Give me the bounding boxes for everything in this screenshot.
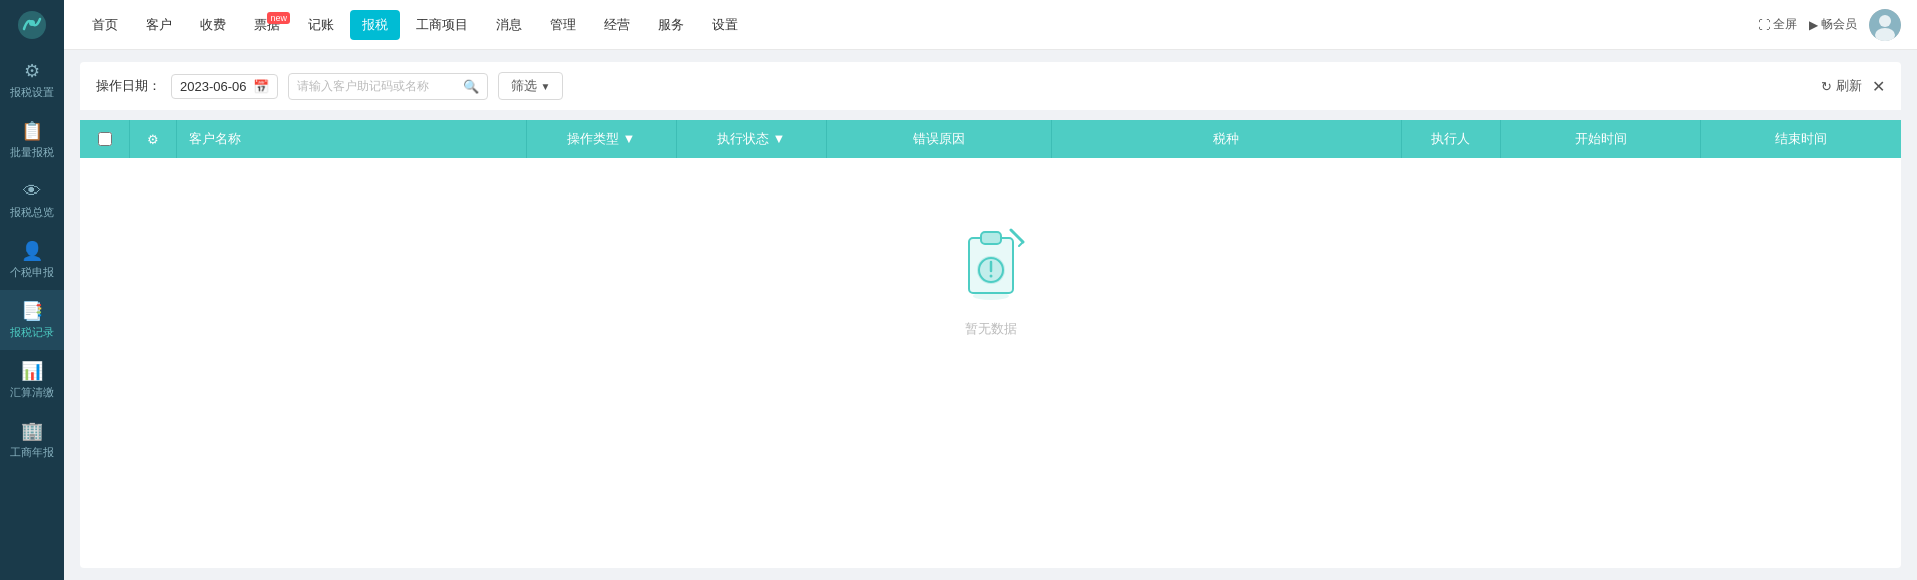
nav-item-settings[interactable]: 设置 (700, 10, 750, 40)
toolbar: 操作日期： 2023-06-06 📅 请输入客户助记码或名称 🔍 筛选 ▼ ↻ … (80, 62, 1901, 110)
topnav-right: ⛶ 全屏 ▶ 畅会员 (1758, 9, 1901, 41)
sidebar-item-geshuishenqing[interactable]: 👤 个税申报 (0, 230, 64, 290)
nav-item-message[interactable]: 消息 (484, 10, 534, 40)
sidebar-item-huisuan-jiaona[interactable]: 📊 汇算清缴 (0, 350, 64, 410)
nav-item-customer[interactable]: 客户 (134, 10, 184, 40)
page-content: 操作日期： 2023-06-06 📅 请输入客户助记码或名称 🔍 筛选 ▼ ↻ … (64, 50, 1917, 580)
empty-text: 暂无数据 (965, 320, 1017, 338)
sidebar-item-label: 个税申报 (10, 265, 54, 280)
date-label: 操作日期： (96, 77, 161, 95)
sidebar: ⚙ 报税设置 📋 批量报税 👁 报税总览 👤 个税申报 📑 报税记录 📊 汇算清… (0, 0, 64, 580)
sidebar-item-baoshui-zongjian[interactable]: 👁 报税总览 (0, 170, 64, 230)
date-picker[interactable]: 2023-06-06 📅 (171, 74, 278, 99)
settlement-icon: 📊 (21, 360, 43, 382)
vip-button[interactable]: ▶ 畅会员 (1809, 16, 1857, 33)
svg-point-1 (29, 20, 35, 26)
close-icon: ✕ (1872, 78, 1885, 95)
avatar[interactable] (1869, 9, 1901, 41)
calendar-icon: 📅 (253, 79, 269, 94)
empty-illustration (951, 218, 1031, 308)
nav-item-manage[interactable]: 管理 (538, 10, 588, 40)
refresh-icon: ↻ (1821, 79, 1832, 94)
main-table: ⚙ 客户名称 操作类型 ▼ 执行状态 ▼ 错误原因 (80, 120, 1901, 398)
search-icon: 🔍 (463, 79, 479, 94)
th-status[interactable]: 执行状态 ▼ (676, 120, 826, 158)
nav-item-tax[interactable]: 报税 (350, 10, 400, 40)
filter-button[interactable]: 筛选 ▼ (498, 72, 564, 100)
th-error: 错误原因 (826, 120, 1051, 158)
tax-settings-icon: ⚙ (24, 60, 40, 82)
th-tax: 税种 (1051, 120, 1401, 158)
th-end-time: 结束时间 (1701, 120, 1901, 158)
th-checkbox (80, 120, 130, 158)
select-all-checkbox[interactable] (98, 132, 112, 146)
svg-rect-8 (981, 232, 1001, 244)
batch-tax-icon: 📋 (21, 120, 43, 142)
tax-record-icon: 📑 (21, 300, 43, 322)
sidebar-item-label: 工商年报 (10, 445, 54, 460)
sidebar-item-label: 批量报税 (10, 145, 54, 160)
table-container: ⚙ 客户名称 操作类型 ▼ 执行状态 ▼ 错误原因 (80, 120, 1901, 568)
th-op-type[interactable]: 操作类型 ▼ (526, 120, 676, 158)
th-executor: 执行人 (1401, 120, 1501, 158)
chevron-down-icon: ▼ (541, 81, 551, 92)
refresh-button[interactable]: ↻ 刷新 (1821, 77, 1862, 95)
close-button[interactable]: ✕ (1872, 77, 1885, 96)
nav-item-home[interactable]: 首页 (80, 10, 130, 40)
sidebar-item-label: 汇算清缴 (10, 385, 54, 400)
main-wrapper: 首页 客户 收费 票据 new 记账 报税 工商项目 消息 (64, 0, 1917, 580)
svg-point-12 (989, 275, 992, 278)
tax-overview-icon: 👁 (23, 181, 41, 202)
table-header-row: ⚙ 客户名称 操作类型 ▼ 执行状态 ▼ 错误原因 (80, 120, 1901, 158)
sidebar-item-piliang-baoshui[interactable]: 📋 批量报税 (0, 110, 64, 170)
search-box[interactable]: 请输入客户助记码或名称 🔍 (288, 73, 488, 100)
th-start-time: 开始时间 (1501, 120, 1701, 158)
new-badge: new (267, 12, 290, 24)
vip-icon: ▶ (1809, 18, 1818, 32)
th-name: 客户名称 (176, 120, 526, 158)
nav-item-industrial[interactable]: 工商项目 (404, 10, 480, 40)
sidebar-item-baoshui-shezhi[interactable]: ⚙ 报税设置 (0, 50, 64, 110)
sidebar-item-label: 报税总览 (10, 205, 54, 220)
nav-item-operation[interactable]: 经营 (592, 10, 642, 40)
annual-report-icon: 🏢 (21, 420, 43, 442)
sidebar-logo (0, 0, 64, 50)
svg-point-13 (973, 292, 1009, 300)
nav-item-service[interactable]: 服务 (646, 10, 696, 40)
sidebar-item-baoshuijilu[interactable]: 📑 报税记录 (0, 290, 64, 350)
fullscreen-button[interactable]: ⛶ 全屏 (1758, 16, 1797, 33)
sidebar-item-gongshang-nianbao[interactable]: 🏢 工商年报 (0, 410, 64, 470)
search-placeholder: 请输入客户助记码或名称 (297, 78, 429, 95)
nav-item-invoice[interactable]: 票据 new (242, 10, 292, 40)
th-settings[interactable]: ⚙ (130, 120, 176, 158)
svg-line-6 (1019, 242, 1023, 246)
toolbar-right: ↻ 刷新 ✕ (1821, 77, 1885, 96)
sidebar-item-label: 报税设置 (10, 85, 54, 100)
empty-state: 暂无数据 (80, 158, 1901, 398)
topnav: 首页 客户 收费 票据 new 记账 报税 工商项目 消息 (64, 0, 1917, 50)
personal-tax-icon: 👤 (21, 240, 43, 262)
sidebar-item-label: 报税记录 (10, 325, 54, 340)
nav-item-charge[interactable]: 收费 (188, 10, 238, 40)
nav-item-account[interactable]: 记账 (296, 10, 346, 40)
date-value: 2023-06-06 (180, 79, 247, 94)
filter-label: 筛选 (511, 77, 537, 95)
svg-point-3 (1879, 15, 1891, 27)
topnav-items: 首页 客户 收费 票据 new 记账 报税 工商项目 消息 (80, 10, 1758, 40)
empty-state-row: 暂无数据 (80, 158, 1901, 398)
fullscreen-icon: ⛶ (1758, 18, 1770, 32)
